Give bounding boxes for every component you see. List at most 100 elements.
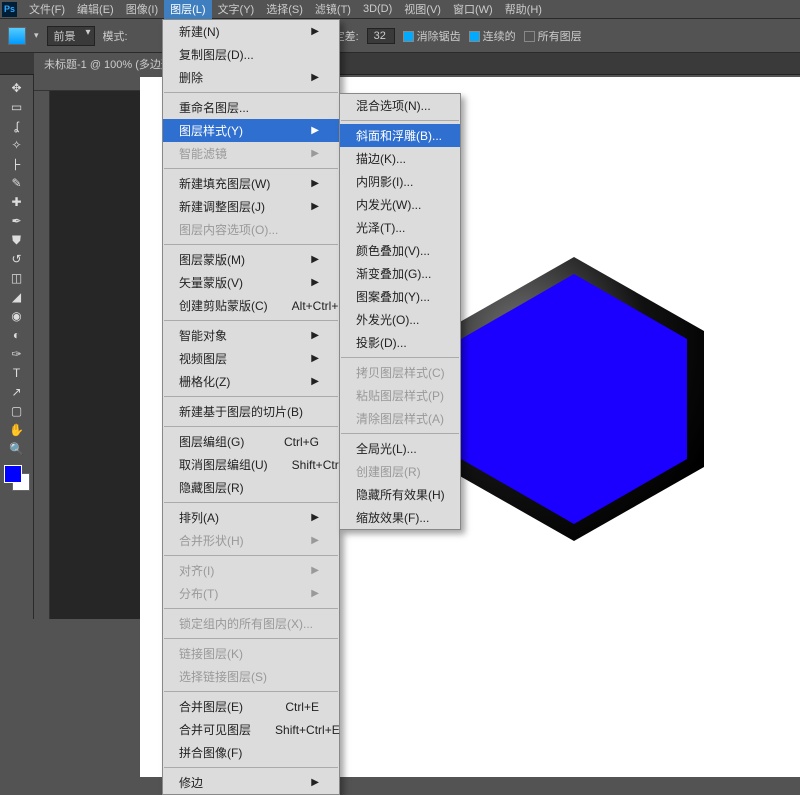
menu-window[interactable]: 窗口(W) bbox=[447, 0, 499, 19]
menu-item[interactable]: 混合选项(N)... bbox=[340, 94, 460, 117]
menu-item[interactable]: 斜面和浮雕(B)... bbox=[340, 124, 460, 147]
crop-tool[interactable]: ⺊ bbox=[6, 155, 28, 173]
menu-item[interactable]: 隐藏所有效果(H) bbox=[340, 483, 460, 506]
menu-item[interactable]: 描边(K)... bbox=[340, 147, 460, 170]
menu-help[interactable]: 帮助(H) bbox=[499, 0, 548, 19]
stamp-tool[interactable]: ⛊ bbox=[6, 231, 28, 249]
menu-item[interactable]: 隐藏图层(R) bbox=[163, 476, 339, 499]
history-brush-tool[interactable]: ↺ bbox=[6, 250, 28, 268]
menu-item[interactable]: 全局光(L)... bbox=[340, 437, 460, 460]
menu-item-label: 创建剪贴蒙版(C) bbox=[179, 297, 268, 314]
menu-filter[interactable]: 滤镜(T) bbox=[309, 0, 357, 19]
pen-tool[interactable]: ✑ bbox=[6, 345, 28, 363]
menu-item-label: 外发光(O)... bbox=[356, 311, 419, 328]
foreground-color-swatch[interactable] bbox=[4, 465, 22, 483]
menu-item[interactable]: 外发光(O)... bbox=[340, 308, 460, 331]
menu-item-label: 图案叠加(Y)... bbox=[356, 288, 430, 305]
fill-source-dropdown[interactable]: 前景 bbox=[47, 26, 95, 46]
menu-item: 分布(T)▶ bbox=[163, 582, 339, 605]
layer-menu[interactable]: 新建(N)▶复制图层(D)...删除▶重命名图层...图层样式(Y)▶智能滤镜▶… bbox=[162, 19, 340, 795]
menu-item[interactable]: 缩放效果(F)... bbox=[340, 506, 460, 529]
menu-item[interactable]: 视频图层▶ bbox=[163, 347, 339, 370]
menu-item[interactable]: 创建剪贴蒙版(C)Alt+Ctrl+G bbox=[163, 294, 339, 317]
shape-tool[interactable]: ▢ bbox=[6, 402, 28, 420]
menu-3d[interactable]: 3D(D) bbox=[357, 1, 398, 17]
menu-item[interactable]: 合并可见图层Shift+Ctrl+E bbox=[163, 718, 339, 741]
blur-tool[interactable]: ◉ bbox=[6, 307, 28, 325]
menu-item[interactable]: 矢量蒙版(V)▶ bbox=[163, 271, 339, 294]
menu-item[interactable]: 新建(N)▶ bbox=[163, 20, 339, 43]
lasso-tool[interactable]: ʆ bbox=[6, 117, 28, 135]
menu-item-label: 图层蒙版(M) bbox=[179, 251, 245, 268]
menu-item-label: 隐藏所有效果(H) bbox=[356, 486, 445, 503]
submenu-arrow-icon: ▶ bbox=[311, 178, 319, 189]
menu-item-label: 隐藏图层(R) bbox=[179, 479, 244, 496]
menu-item[interactable]: 内发光(W)... bbox=[340, 193, 460, 216]
menu-item[interactable]: 颜色叠加(V)... bbox=[340, 239, 460, 262]
dodge-tool[interactable]: ◐ bbox=[6, 326, 28, 344]
menu-item[interactable]: 重命名图层... bbox=[163, 96, 339, 119]
menu-item[interactable]: 修边▶ bbox=[163, 771, 339, 794]
color-swatches[interactable] bbox=[4, 465, 30, 491]
eraser-tool[interactable]: ◫ bbox=[6, 269, 28, 287]
menu-item-label: 矢量蒙版(V) bbox=[179, 274, 243, 291]
menu-item[interactable]: 智能对象▶ bbox=[163, 324, 339, 347]
bucket-icon[interactable] bbox=[8, 27, 26, 45]
hand-tool[interactable]: ✋ bbox=[6, 421, 28, 439]
menu-item-label: 选择链接图层(S) bbox=[179, 668, 267, 685]
menu-image[interactable]: 图像(I) bbox=[120, 0, 164, 19]
menu-file[interactable]: 文件(F) bbox=[23, 0, 71, 19]
antialias-checkbox[interactable] bbox=[403, 31, 414, 42]
menu-item[interactable]: 合并图层(E)Ctrl+E bbox=[163, 695, 339, 718]
type-tool[interactable]: T bbox=[6, 364, 28, 382]
menu-edit[interactable]: 编辑(E) bbox=[71, 0, 120, 19]
menu-item[interactable]: 新建填充图层(W) ▶ bbox=[163, 172, 339, 195]
layer-style-submenu[interactable]: 混合选项(N)... 斜面和浮雕(B)... 描边(K)... 内阴影(I)...内发… bbox=[339, 93, 461, 530]
menu-item: 清除图层样式(A) bbox=[340, 407, 460, 430]
menu-item[interactable]: 新建基于图层的切片(B) bbox=[163, 400, 339, 423]
menu-item[interactable]: 图层样式(Y)▶ bbox=[163, 119, 339, 142]
wand-tool[interactable]: ✧ bbox=[6, 136, 28, 154]
submenu-arrow-icon: ▶ bbox=[311, 72, 319, 83]
menu-separator bbox=[164, 396, 338, 397]
menu-item[interactable]: 图层编组(G)Ctrl+G bbox=[163, 430, 339, 453]
menu-item[interactable]: 图案叠加(Y)... bbox=[340, 285, 460, 308]
menu-item-label: 新建填充图层(W) bbox=[179, 175, 270, 192]
menu-item[interactable]: 内阴影(I)... bbox=[340, 170, 460, 193]
menu-item-label: 描边(K)... bbox=[356, 150, 406, 167]
menu-item[interactable]: 新建调整图层(J)▶ bbox=[163, 195, 339, 218]
move-tool[interactable]: ✥ bbox=[6, 79, 28, 97]
eyedropper-tool[interactable]: ✎ bbox=[6, 174, 28, 192]
menu-item: 图层内容选项(O)... bbox=[163, 218, 339, 241]
alllayers-checkbox[interactable] bbox=[524, 31, 535, 42]
menu-item[interactable]: 删除▶ bbox=[163, 66, 339, 89]
menu-type[interactable]: 文字(Y) bbox=[212, 0, 261, 19]
toolbox: ✥ ▭ ʆ ✧ ⺊ ✎ ✚ ✒ ⛊ ↺ ◫ ◢ ◉ ◐ ✑ T ↗ ▢ ✋ 🔍 bbox=[0, 75, 34, 619]
menu-item[interactable]: 渐变叠加(G)... bbox=[340, 262, 460, 285]
menu-item[interactable]: 图层蒙版(M)▶ bbox=[163, 248, 339, 271]
submenu-arrow-icon: ▶ bbox=[311, 565, 319, 576]
bucket-tool[interactable]: ◢ bbox=[6, 288, 28, 306]
marquee-tool[interactable]: ▭ bbox=[6, 98, 28, 116]
zoom-tool[interactable]: 🔍 bbox=[6, 440, 28, 458]
menu-item[interactable]: 拼合图像(F) bbox=[163, 741, 339, 764]
menu-view[interactable]: 视图(V) bbox=[398, 0, 447, 19]
menu-item[interactable]: 复制图层(D)... bbox=[163, 43, 339, 66]
menu-item[interactable]: 光泽(T)... bbox=[340, 216, 460, 239]
menu-item[interactable]: 投影(D)... bbox=[340, 331, 460, 354]
menu-layer[interactable]: 图层(L) bbox=[164, 0, 211, 19]
menu-item[interactable]: 取消图层编组(U)Shift+Ctrl+G bbox=[163, 453, 339, 476]
brush-tool[interactable]: ✒ bbox=[6, 212, 28, 230]
menu-item-label: 对齐(I) bbox=[179, 562, 214, 579]
menu-item[interactable]: 栅格化(Z)▶ bbox=[163, 370, 339, 393]
menu-item[interactable]: 排列(A)▶ bbox=[163, 506, 339, 529]
path-tool[interactable]: ↗ bbox=[6, 383, 28, 401]
contiguous-checkbox[interactable] bbox=[469, 31, 480, 42]
heal-tool[interactable]: ✚ bbox=[6, 193, 28, 211]
menu-item-label: 清除图层样式(A) bbox=[356, 410, 444, 427]
hexagon-shape[interactable] bbox=[424, 249, 724, 552]
menu-item-label: 全局光(L)... bbox=[356, 440, 417, 457]
menu-item-label: 分布(T) bbox=[179, 585, 218, 602]
menu-select[interactable]: 选择(S) bbox=[260, 0, 309, 19]
tolerance-input[interactable]: 32 bbox=[367, 28, 395, 44]
